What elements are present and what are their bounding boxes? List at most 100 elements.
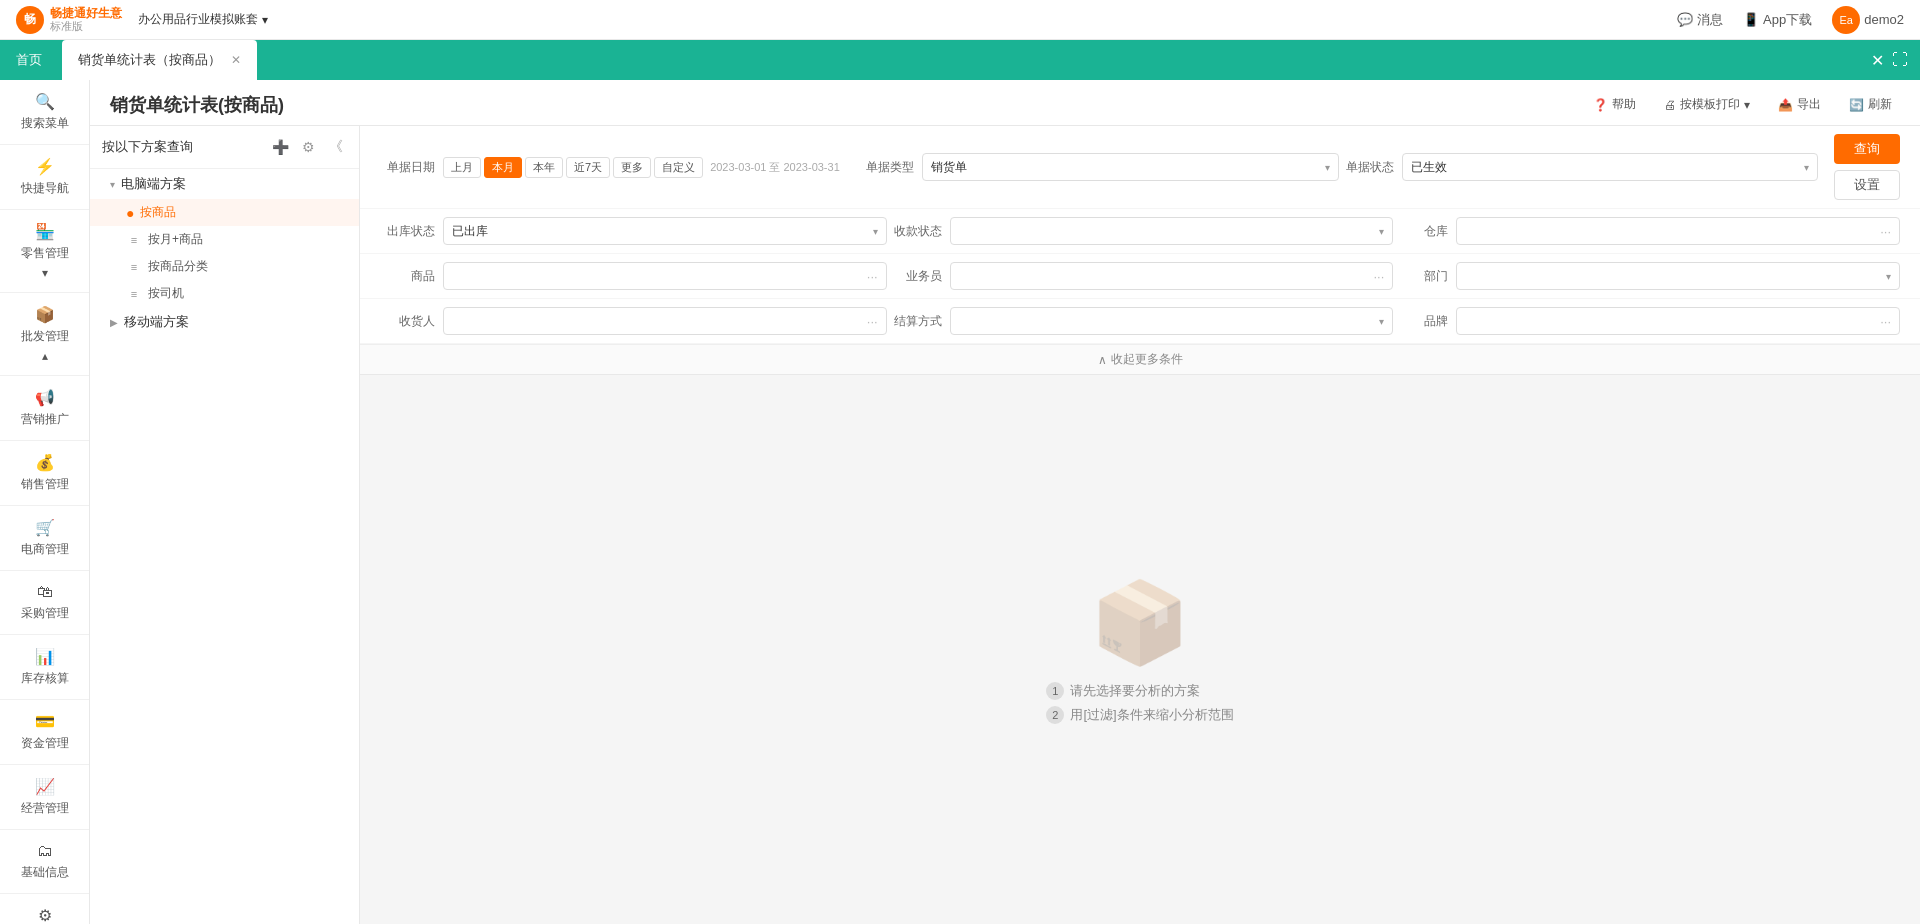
maximize-btn[interactable]: ⛶ bbox=[1892, 51, 1908, 69]
collapse-up-icon: ∧ bbox=[1098, 353, 1107, 367]
empty-hint-1-text: 请先选择要分析的方案 bbox=[1070, 682, 1200, 700]
empty-hints: 1 请先选择要分析的方案 2 用[过滤]条件来缩小分析范围 bbox=[1046, 682, 1233, 724]
empty-state: 📦 1 请先选择要分析的方案 2 用[过滤]条件来缩小分析范围 bbox=[360, 375, 1920, 924]
empty-hint-2: 2 用[过滤]条件来缩小分析范围 bbox=[1046, 706, 1233, 724]
print-arrow: ▾ bbox=[1744, 98, 1750, 112]
sidebar-item-search[interactable]: 🔍 搜索菜单 bbox=[0, 80, 89, 145]
sales-icon: 💰 bbox=[35, 453, 55, 472]
pay-status-select[interactable]: ▾ bbox=[950, 217, 1394, 245]
sidebar-item-base[interactable]: 🗂 基础信息 bbox=[0, 830, 89, 894]
help-btn[interactable]: ❓ 帮助 bbox=[1585, 92, 1644, 117]
report-tab-label: 销货单统计表（按商品） bbox=[78, 51, 221, 69]
salesperson-select[interactable]: ··· bbox=[950, 262, 1394, 290]
retail-arrow: ▾ bbox=[42, 266, 48, 280]
message-btn[interactable]: 💬 消息 bbox=[1677, 11, 1723, 29]
filter-date-field: 单据日期 上月 本月 本年 近7天 更多 自定义 2023-03-01 至 20… bbox=[380, 157, 859, 178]
finance-icon: 💳 bbox=[35, 712, 55, 731]
sidebar-item-purchase[interactable]: 🛍 采购管理 bbox=[0, 571, 89, 635]
avatar: Ea bbox=[1832, 6, 1860, 34]
receiver-select[interactable]: ··· bbox=[443, 307, 887, 335]
date-this-year[interactable]: 本年 bbox=[525, 157, 563, 178]
close-tab-btn[interactable]: ✕ bbox=[1871, 51, 1884, 70]
goods-select[interactable]: ··· bbox=[443, 262, 887, 290]
filter-warehouse-field: 仓库 ··· bbox=[1393, 217, 1900, 245]
sidebar-item-inventory[interactable]: 📊 库存核算 bbox=[0, 635, 89, 700]
collapse-filters-btn[interactable]: ∧ 收起更多条件 bbox=[360, 344, 1920, 374]
print-btn[interactable]: 🖨 按模板打印 ▾ bbox=[1656, 92, 1758, 117]
main-layout: 🔍 搜索菜单 ⚡ 快捷导航 🏪 零售管理 ▾ 📦 批发管理 ▴ 📢 营销推广 💰… bbox=[0, 80, 1920, 924]
tabbar-actions: ✕ ⛶ bbox=[1871, 51, 1920, 70]
hint-num-2: 2 bbox=[1046, 706, 1064, 724]
tree-child-by-category[interactable]: ≡ 按商品分类 bbox=[90, 253, 359, 280]
doc-status-select[interactable]: 已生效 ▾ bbox=[1402, 153, 1818, 181]
sidebar-item-retail[interactable]: 🏪 零售管理 ▾ bbox=[0, 210, 89, 293]
sidebar-item-finance[interactable]: 💳 资金管理 bbox=[0, 700, 89, 765]
collapse-panel-btn[interactable]: 《 bbox=[325, 136, 347, 158]
filter-row-4: 收货人 ··· 结算方式 ▾ bbox=[360, 299, 1920, 344]
app-download-btn[interactable]: 📱 App下载 bbox=[1743, 11, 1812, 29]
sidebar-item-wholesale[interactable]: 📦 批发管理 ▴ bbox=[0, 293, 89, 376]
tab-report[interactable]: 销货单统计表（按商品） ✕ bbox=[62, 40, 257, 80]
edit-scheme-btn[interactable]: ⚙ bbox=[297, 136, 319, 158]
message-icon: 💬 bbox=[1677, 12, 1693, 27]
payment-select[interactable]: ▾ bbox=[950, 307, 1394, 335]
out-status-select[interactable]: 已出库 ▾ bbox=[443, 217, 887, 245]
sidebar-inventory-label: 库存核算 bbox=[21, 670, 69, 687]
brand-select[interactable]: ··· bbox=[1456, 307, 1900, 335]
sidebar-base-label: 基础信息 bbox=[21, 864, 69, 881]
tabbar: 首页 销货单统计表（按商品） ✕ ✕ ⛶ bbox=[0, 40, 1920, 80]
logo-icon: 畅 bbox=[16, 6, 44, 34]
left-panel-title: 按以下方案查询 bbox=[102, 138, 263, 156]
tree-child-by-month-goods[interactable]: ≡ 按月+商品 bbox=[90, 226, 359, 253]
filter-out-status-field: 出库状态 已出库 ▾ bbox=[380, 217, 887, 245]
doc-type-select[interactable]: 销货单 ▾ bbox=[922, 153, 1338, 181]
print-icon: 🖨 bbox=[1664, 98, 1676, 112]
tree-mobile-label: 移动端方案 bbox=[124, 313, 189, 331]
payment-caret: ▾ bbox=[1379, 316, 1384, 327]
print-label: 按模板打印 bbox=[1680, 96, 1740, 113]
tree-mobile-section[interactable]: ▶ 移动端方案 bbox=[90, 307, 359, 337]
wholesale-icon: 📦 bbox=[35, 305, 55, 324]
tree-child-by-goods[interactable]: ● 按商品 bbox=[90, 199, 359, 226]
sidebar-item-ecom[interactable]: 🛒 电商管理 bbox=[0, 506, 89, 571]
sidebar-retail-label: 零售管理 bbox=[21, 245, 69, 262]
brand-dots: ··· bbox=[1880, 314, 1891, 329]
query-btn[interactable]: 查询 bbox=[1834, 134, 1900, 164]
tab-close-btn[interactable]: ✕ bbox=[231, 53, 241, 67]
inventory-icon: 📊 bbox=[35, 647, 55, 666]
tree-child-by-driver[interactable]: ≡ 按司机 bbox=[90, 280, 359, 307]
pay-status-caret: ▾ bbox=[1379, 226, 1384, 237]
left-panel-header: 按以下方案查询 ➕ ⚙ 《 bbox=[90, 126, 359, 169]
date-last-7days[interactable]: 近7天 bbox=[566, 157, 610, 178]
date-more[interactable]: 更多 bbox=[613, 157, 651, 178]
sidebar-item-ops[interactable]: 📈 经营管理 bbox=[0, 765, 89, 830]
dept-select[interactable]: ▾ bbox=[1456, 262, 1900, 290]
add-scheme-btn[interactable]: ➕ bbox=[269, 136, 291, 158]
dept-label: 部门 bbox=[1393, 268, 1448, 285]
sidebar-item-marketing[interactable]: 📢 营销推广 bbox=[0, 376, 89, 441]
tree-desktop-label: 电脑端方案 bbox=[121, 175, 186, 193]
date-last-month[interactable]: 上月 bbox=[443, 157, 481, 178]
sidebar-item-system[interactable]: ⚙ 系统管理 bbox=[0, 894, 89, 924]
list-icon-3: ≡ bbox=[126, 286, 142, 302]
user-profile[interactable]: Ea demo2 bbox=[1832, 6, 1904, 34]
sidebar-item-quicknav[interactable]: ⚡ 快捷导航 bbox=[0, 145, 89, 210]
date-custom[interactable]: 自定义 bbox=[654, 157, 703, 178]
settings-btn[interactable]: 设置 bbox=[1834, 170, 1900, 200]
tab-home[interactable]: 首页 bbox=[0, 40, 58, 80]
export-btn[interactable]: 📤 导出 bbox=[1770, 92, 1829, 117]
goods-dots: ··· bbox=[867, 269, 878, 284]
sidebar-item-sales[interactable]: 💰 销售管理 bbox=[0, 441, 89, 506]
home-tab-label: 首页 bbox=[16, 51, 42, 69]
sidebar-quicknav-label: 快捷导航 bbox=[21, 180, 69, 197]
filter-area: 单据日期 上月 本月 本年 近7天 更多 自定义 2023-03-01 至 20… bbox=[360, 126, 1920, 375]
wholesale-arrow: ▴ bbox=[42, 349, 48, 363]
workspace-selector[interactable]: 办公用品行业模拟账套 ▾ bbox=[138, 11, 268, 28]
refresh-btn[interactable]: 🔄 刷新 bbox=[1841, 92, 1900, 117]
right-content: 单据日期 上月 本月 本年 近7天 更多 自定义 2023-03-01 至 20… bbox=[360, 126, 1920, 924]
sidebar-search-label: 搜索菜单 bbox=[21, 115, 69, 132]
tree-desktop-section[interactable]: ▾ 电脑端方案 bbox=[90, 169, 359, 199]
warehouse-select[interactable]: ··· bbox=[1456, 217, 1900, 245]
date-this-month[interactable]: 本月 bbox=[484, 157, 522, 178]
sidebar-marketing-label: 营销推广 bbox=[21, 411, 69, 428]
